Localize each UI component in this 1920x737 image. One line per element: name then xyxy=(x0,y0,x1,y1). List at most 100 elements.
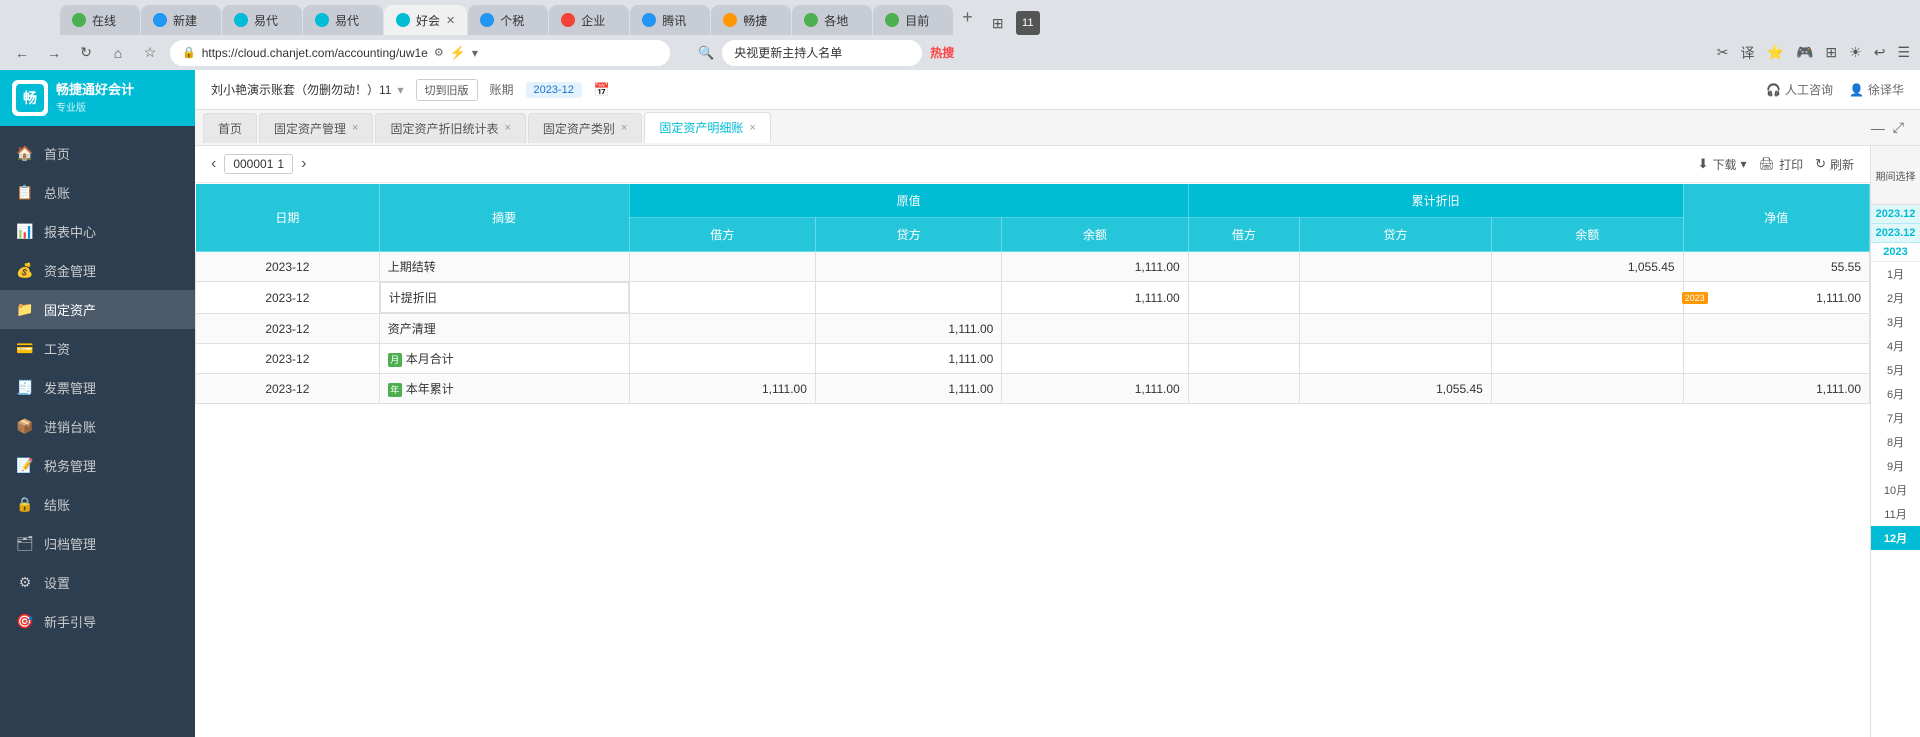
settings-icon: ⚙ xyxy=(16,574,34,592)
menu-icon[interactable]: ☰ xyxy=(1897,44,1910,61)
period-month-2[interactable]: 2月 xyxy=(1871,286,1920,310)
print-button[interactable]: 🖨 打印 xyxy=(1759,156,1804,173)
tab-tengxun[interactable]: 腾讯 xyxy=(630,5,710,35)
tab-geshui[interactable]: 个税 xyxy=(468,5,548,35)
period-month-10[interactable]: 10月 xyxy=(1871,478,1920,502)
tab-zaixian[interactable]: 在线 xyxy=(60,5,140,35)
refresh-button[interactable]: ↻ xyxy=(74,41,98,65)
tab-detail-close[interactable]: × xyxy=(749,122,755,134)
help-action[interactable]: 🎧 人工咨询 xyxy=(1766,81,1833,98)
sidebar-item-fixed[interactable]: 📁 固定资产 xyxy=(0,290,195,329)
undo-icon[interactable]: ↩ xyxy=(1874,44,1886,61)
sidebar-item-inventory[interactable]: 📦 进销台账 xyxy=(0,407,195,446)
cell-accum-debit-4 xyxy=(1188,344,1299,374)
sidebar-item-ledger[interactable]: 📋 总账 xyxy=(0,173,195,212)
sidebar-item-invoice[interactable]: 🧾 发票管理 xyxy=(0,368,195,407)
tab-yidai2[interactable]: 易代 xyxy=(303,5,383,35)
tab-muqian[interactable]: 目前 xyxy=(873,5,953,35)
search-icon: 🔍 xyxy=(698,45,714,61)
url-text: https://cloud.chanjet.com/accounting/uw1… xyxy=(202,46,428,60)
tab-detail-ledger[interactable]: 固定资产明细账 × xyxy=(644,112,770,143)
refresh-button[interactable]: ↻ 刷新 xyxy=(1815,156,1854,173)
next-asset-button[interactable]: › xyxy=(301,155,306,173)
gamepad-icon[interactable]: 🎮 xyxy=(1796,44,1813,61)
cell-date-2: 2023-12 xyxy=(196,282,380,314)
tab-qiye[interactable]: 企业 xyxy=(549,5,629,35)
sidebar-item-tax[interactable]: 📝 税务管理 xyxy=(0,446,195,485)
period-year-2023-12-top[interactable]: 2023.12 xyxy=(1871,205,1920,224)
company-selector[interactable]: 刘小艳演示账套（勿删勿动！）11 ▾ xyxy=(211,81,404,98)
cell-orig-debit-1 xyxy=(629,252,815,282)
calendar-icon[interactable]: 📅 xyxy=(594,82,610,98)
period-month-6[interactable]: 6月 xyxy=(1871,382,1920,406)
bookmark-button[interactable]: ☆ xyxy=(138,41,162,65)
back-button[interactable]: ← xyxy=(10,41,34,65)
sidebar-item-closing[interactable]: 🔒 结账 xyxy=(0,485,195,524)
user-action[interactable]: 👤 徐译华 xyxy=(1849,81,1904,98)
period-month-3[interactable]: 3月 xyxy=(1871,310,1920,334)
tab-depreciation[interactable]: 固定资产折旧统计表 × xyxy=(375,113,525,143)
tab-category[interactable]: 固定资产类别 × xyxy=(528,113,642,143)
user-avatar-icon: 👤 xyxy=(1849,83,1864,97)
tab-gedi[interactable]: 各地 xyxy=(792,5,872,35)
switch-version-button[interactable]: 切到旧版 xyxy=(416,79,478,101)
minimize-window-icon[interactable]: — xyxy=(1871,120,1885,136)
period-month-11[interactable]: 11月 xyxy=(1871,502,1920,526)
sidebar-item-report[interactable]: 📊 报表中心 xyxy=(0,212,195,251)
forward-button[interactable]: → xyxy=(42,41,66,65)
tab-haohui[interactable]: 好会 ✕ xyxy=(384,5,467,35)
download-dropdown-icon[interactable]: ▾ xyxy=(1741,157,1747,171)
period-month-12[interactable]: 12月 xyxy=(1871,526,1920,550)
grid-icon[interactable]: ⊞ xyxy=(1825,44,1837,61)
url-dropdown-icon[interactable]: ▾ xyxy=(472,46,478,60)
sidebar-item-settings[interactable]: ⚙ 设置 xyxy=(0,563,195,602)
prev-asset-button[interactable]: ‹ xyxy=(211,155,216,173)
sidebar-item-fund[interactable]: 💰 资金管理 xyxy=(0,251,195,290)
tab-icon-muqian xyxy=(885,13,899,27)
url-bar[interactable]: 🔒 https://cloud.chanjet.com/accounting/u… xyxy=(170,40,670,66)
period-month-7[interactable]: 7月 xyxy=(1871,406,1920,430)
hot-search-label[interactable]: 热搜 xyxy=(930,44,954,61)
tab-icon-yidai1 xyxy=(234,13,248,27)
tab-changjie[interactable]: 畅捷 xyxy=(711,5,791,35)
tab-close-haohui[interactable]: ✕ xyxy=(446,14,455,27)
home-button[interactable]: ⌂ xyxy=(106,41,130,65)
download-button[interactable]: ⬇ 下载 ▾ xyxy=(1698,156,1747,173)
period-month-1[interactable]: 1月 xyxy=(1871,262,1920,286)
company-dropdown-icon[interactable]: ▾ xyxy=(397,83,403,97)
cell-date-1: 2023-12 xyxy=(196,252,380,282)
period-month-9[interactable]: 9月 xyxy=(1871,454,1920,478)
tab-fixed-mgmt[interactable]: 固定资产管理 × xyxy=(259,113,373,143)
tab-yidai1[interactable]: 易代 xyxy=(222,5,302,35)
year-badge: 2023 xyxy=(1682,292,1708,304)
tab-home[interactable]: 首页 xyxy=(203,113,257,143)
period-year-2023-12-bottom[interactable]: 2023.12 xyxy=(1871,224,1920,243)
period-month-8[interactable]: 8月 xyxy=(1871,430,1920,454)
translate-icon[interactable]: 译 xyxy=(1741,43,1755,63)
scissors-icon[interactable]: ✂ xyxy=(1717,44,1729,61)
help-label: 人工咨询 xyxy=(1785,81,1833,98)
tab-xinjian[interactable]: 新建 xyxy=(141,5,221,35)
tab-label-geshui: 个税 xyxy=(500,12,524,29)
tab-add-button[interactable]: + xyxy=(954,7,981,28)
brightness-icon[interactable]: ☀ xyxy=(1849,44,1862,61)
maximize-window-icon[interactable]: ⤢ xyxy=(1893,119,1904,136)
tab-category-close[interactable]: × xyxy=(621,122,627,134)
new-tab-icon[interactable]: ⊞ xyxy=(986,11,1010,35)
tab-fixed-mgmt-close[interactable]: × xyxy=(352,122,358,134)
sidebar-item-home[interactable]: 🏠 首页 xyxy=(0,134,195,173)
url-settings-icon[interactable]: ⚙ xyxy=(434,46,444,59)
url-lightning-icon[interactable]: ⚡ xyxy=(450,45,466,61)
toolbar-actions: ⬇ 下载 ▾ 🖨 打印 ↻ 刷新 xyxy=(1698,156,1854,173)
period-month-4[interactable]: 4月 xyxy=(1871,334,1920,358)
cell-accum-debit-2 xyxy=(1188,282,1299,314)
cell-orig-balance-4 xyxy=(1002,344,1188,374)
tab-depreciation-close[interactable]: × xyxy=(504,122,510,134)
sidebar-item-wage[interactable]: 💳 工资 xyxy=(0,329,195,368)
sidebar-item-guide[interactable]: 🎯 新手引导 xyxy=(0,602,195,641)
sidebar-item-archive[interactable]: 🗂 归档管理 xyxy=(0,524,195,563)
period-month-5[interactable]: 5月 xyxy=(1871,358,1920,382)
search-bar[interactable]: 央视更新主持人名单 xyxy=(722,40,922,66)
cell-summary-2: 计提折旧 xyxy=(380,282,629,313)
star-icon[interactable]: ⭐ xyxy=(1767,44,1784,61)
